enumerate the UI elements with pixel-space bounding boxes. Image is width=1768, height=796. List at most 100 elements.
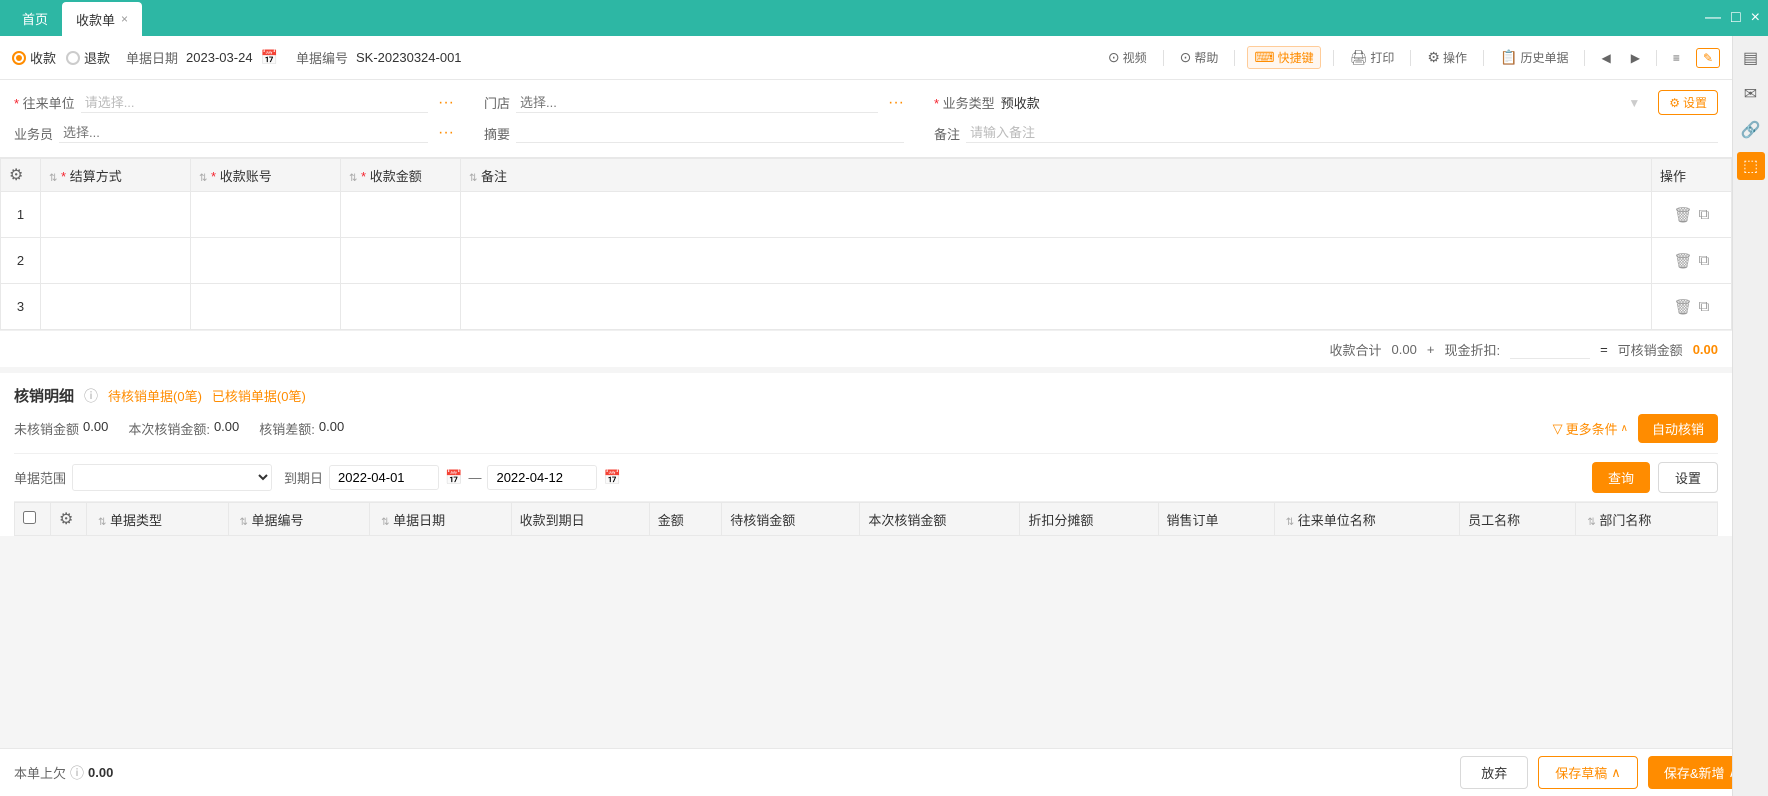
abandon-button[interactable]: 放弃 — [1460, 756, 1528, 789]
store-input[interactable] — [516, 93, 878, 113]
calendar-icon[interactable]: 📅 — [261, 49, 278, 66]
radio-receipt[interactable]: 收款 — [12, 48, 56, 67]
remark-input[interactable] — [966, 123, 1718, 143]
due-date-to-input[interactable] — [487, 465, 597, 490]
query-btn-label: 查询 — [1608, 471, 1634, 486]
partner-input[interactable] — [81, 93, 428, 113]
action-button[interactable]: ⚙ 操作 — [1423, 47, 1471, 68]
sort-amount-icon[interactable]: ⇅ — [349, 173, 357, 184]
edit-button[interactable]: ✎ — [1696, 48, 1720, 68]
staff-more-icon[interactable]: ··· — [438, 124, 454, 142]
side-icon-3[interactable]: 🔗 — [1737, 116, 1765, 144]
due-date-to-calendar-icon[interactable]: 📅 — [603, 469, 620, 486]
diff-stat: 核销差额: 0.00 — [259, 419, 344, 438]
more-conditions-label: 更多条件 — [1566, 419, 1618, 438]
delete-row-3-icon[interactable]: 🗑 — [1674, 298, 1693, 316]
side-icon-4[interactable]: ⬚ — [1737, 152, 1765, 180]
video-button[interactable]: ⊙ 视频 — [1104, 47, 1151, 68]
op-2: 🗑 ⧉ — [1652, 238, 1732, 284]
col-operation: 操作 — [1652, 159, 1732, 192]
verify-info-icon[interactable]: ⓘ — [84, 386, 98, 406]
tab-receipt[interactable]: 收款单 × — [62, 2, 142, 36]
save-draft-button[interactable]: 保存草稿 ∧ — [1538, 756, 1638, 789]
settings-button[interactable]: ⚙ 设置 — [1658, 90, 1718, 115]
store-more-icon[interactable]: ··· — [888, 94, 904, 112]
copy-row-1-icon[interactable]: ⧉ — [1699, 206, 1710, 224]
tab-home[interactable]: 首页 — [8, 0, 62, 36]
staff-input[interactable] — [59, 123, 428, 143]
sort-partner-icon[interactable]: ⇅ — [1286, 517, 1294, 528]
note-3[interactable] — [461, 284, 1652, 330]
account-2[interactable] — [191, 238, 341, 284]
sort-doc-type-icon[interactable]: ⇅ — [98, 517, 106, 528]
done-tab-link[interactable]: 已核销单据(0笔) — [212, 386, 306, 406]
close-button[interactable]: × — [1751, 10, 1760, 26]
sort-account-icon[interactable]: ⇅ — [199, 173, 207, 184]
account-3[interactable] — [191, 284, 341, 330]
amount-2[interactable] — [341, 238, 461, 284]
settle-2[interactable] — [41, 238, 191, 284]
op-1: 🗑 ⧉ — [1652, 192, 1732, 238]
delete-row-1-icon[interactable]: 🗑 — [1674, 206, 1693, 224]
staff-field: 业务员 ··· — [14, 123, 454, 143]
col-discount: 折扣分摊额 — [1020, 503, 1158, 536]
sort-doc-no-icon[interactable]: ⇅ — [240, 517, 248, 528]
verify-settings-button[interactable]: 设置 — [1658, 462, 1718, 493]
side-icon-1[interactable]: ▤ — [1737, 44, 1765, 72]
col-checkbox[interactable] — [15, 503, 51, 536]
radio-refund[interactable]: 退款 — [66, 48, 110, 67]
copy-row-3-icon[interactable]: ⧉ — [1699, 298, 1710, 316]
query-button[interactable]: 查询 — [1592, 462, 1650, 493]
pending-tab-link[interactable]: 待核销单据(0笔) — [108, 386, 202, 406]
verify-title: 核销明细 ⓘ 待核销单据(0笔) 已核销单据(0笔) — [14, 385, 1718, 406]
minimize-button[interactable]: — — [1705, 10, 1721, 26]
sort-settle-icon[interactable]: ⇅ — [49, 173, 57, 184]
prev-button[interactable]: ◀ — [1597, 49, 1614, 67]
range-select[interactable] — [72, 464, 272, 491]
maximize-button[interactable]: □ — [1731, 10, 1741, 26]
account-1[interactable] — [191, 192, 341, 238]
tab-receipt-label: 收款单 — [76, 10, 115, 29]
col-gear[interactable]: ⚙ — [1, 159, 41, 192]
note-1[interactable] — [461, 192, 1652, 238]
shortcut-button[interactable]: ⌨ 快捷键 — [1247, 46, 1320, 69]
draft-dropdown-icon[interactable]: ∧ — [1611, 765, 1621, 781]
sort-note-icon[interactable]: ⇅ — [469, 173, 477, 184]
amount-1[interactable] — [341, 192, 461, 238]
next-button[interactable]: ▶ — [1627, 49, 1644, 67]
tab-close-icon[interactable]: × — [121, 12, 128, 26]
due-date-from-calendar-icon[interactable]: 📅 — [445, 469, 462, 486]
footer-info-icon[interactable]: ⓘ — [70, 763, 84, 783]
summary-input[interactable] — [516, 123, 904, 143]
partner-label: 往来单位 — [14, 93, 75, 112]
table-settings-icon[interactable]: ⚙ — [9, 167, 23, 184]
amount-3[interactable] — [341, 284, 461, 330]
biz-type-dropdown-icon[interactable]: ▼ — [1628, 96, 1640, 110]
delete-row-2-icon[interactable]: 🗑 — [1674, 252, 1693, 270]
bottom-table-settings-icon[interactable]: ⚙ — [59, 511, 73, 528]
sort-doc-date-icon[interactable]: ⇅ — [381, 517, 389, 528]
discount-input[interactable] — [1510, 339, 1590, 359]
settle-3[interactable] — [41, 284, 191, 330]
due-date-field: 到期日 📅 — 📅 — [284, 465, 621, 490]
tab-home-label: 首页 — [22, 9, 48, 28]
copy-row-2-icon[interactable]: ⧉ — [1699, 252, 1710, 270]
more-conditions-button[interactable]: ▽ 更多条件 ∧ — [1553, 419, 1628, 438]
col-amount: 金额 — [649, 503, 721, 536]
col-gear-2[interactable]: ⚙ — [51, 503, 87, 536]
partner-more-icon[interactable]: ··· — [438, 94, 454, 112]
side-icon-2[interactable]: ✉ — [1737, 80, 1765, 108]
due-date-from-input[interactable] — [329, 465, 439, 490]
staff-label: 业务员 — [14, 124, 53, 143]
save-label: 保存&新增 — [1664, 763, 1725, 782]
note-2[interactable] — [461, 238, 1652, 284]
sort-dept-icon[interactable]: ⇅ — [1587, 517, 1595, 528]
print-button[interactable]: 🖨 打印 — [1346, 47, 1399, 68]
current-stat: 本次核销金额: 0.00 — [128, 419, 239, 438]
select-all-checkbox[interactable] — [23, 511, 36, 524]
settle-1[interactable] — [41, 192, 191, 238]
help-button[interactable]: ⊙ 帮助 — [1176, 47, 1223, 68]
list-view-button[interactable]: ≡ — [1669, 49, 1684, 67]
history-button[interactable]: 📋 历史单据 — [1496, 47, 1572, 68]
auto-verify-button[interactable]: 自动核销 — [1638, 414, 1718, 443]
